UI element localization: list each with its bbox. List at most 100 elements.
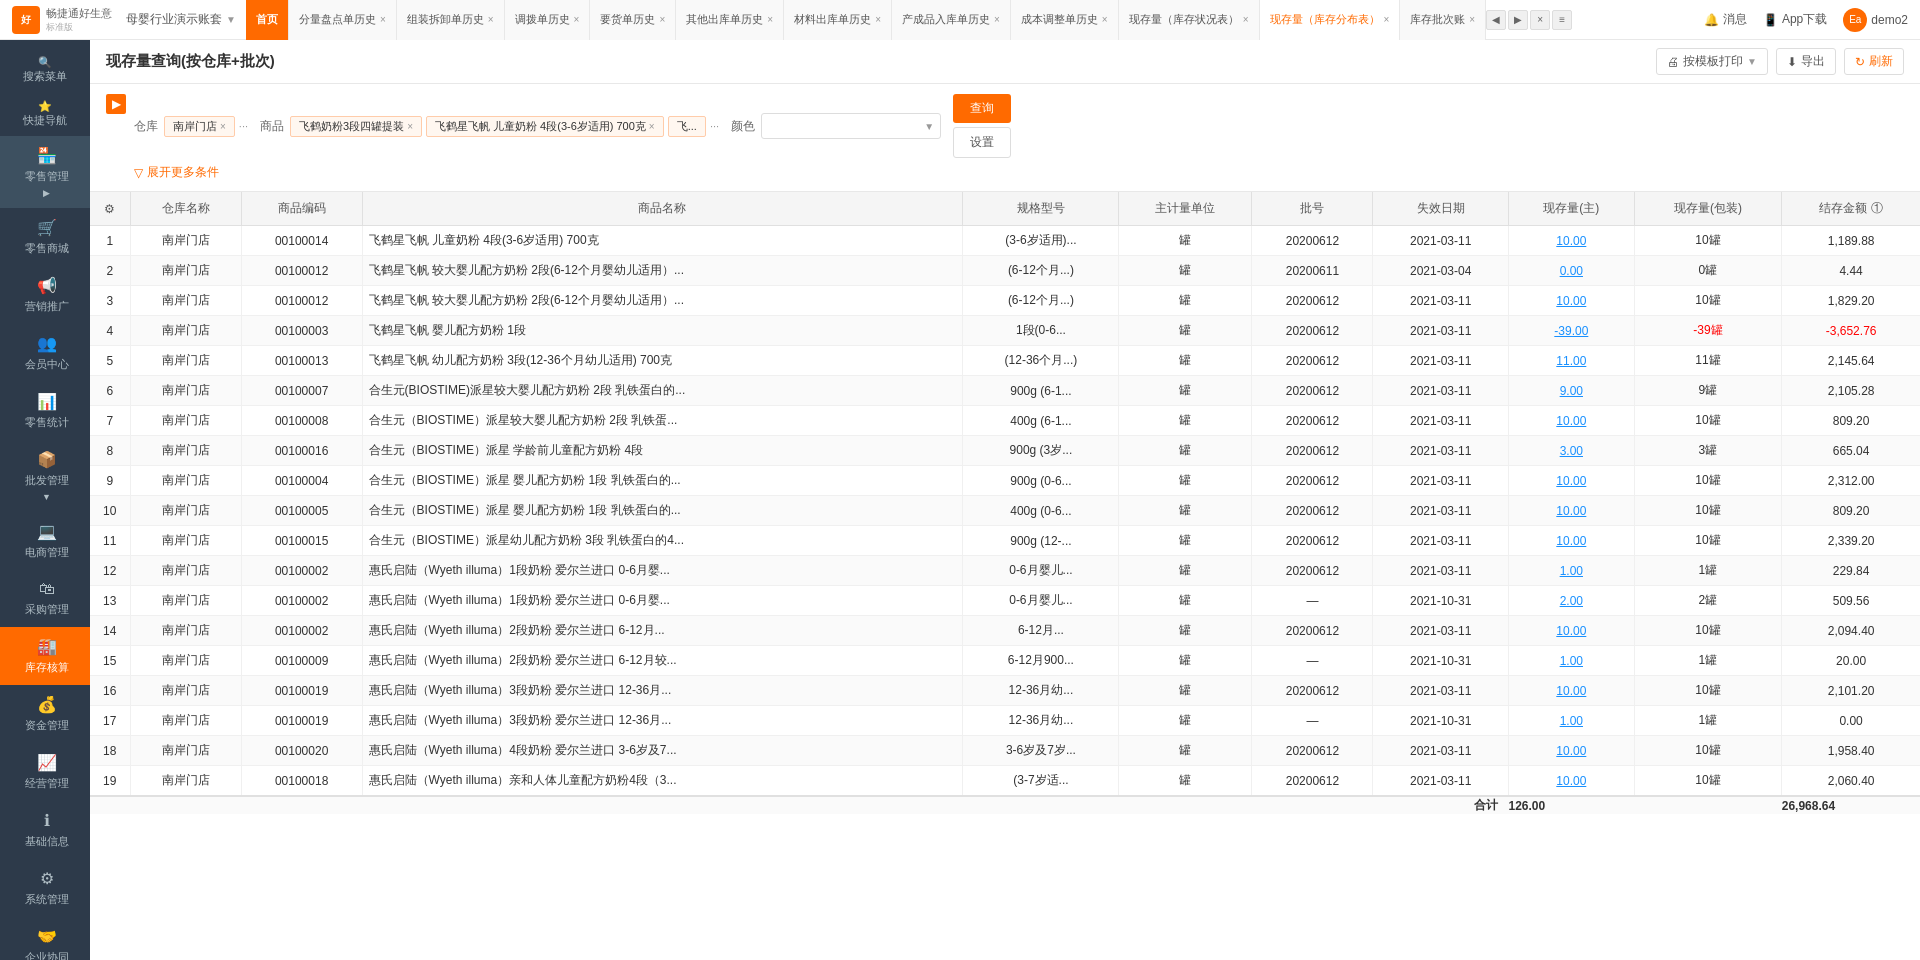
workspace-selector[interactable]: 母婴行业演示账套 ▼ (126, 11, 236, 28)
product-more[interactable]: ··· (710, 120, 719, 132)
remove-product-tag-0-btn[interactable]: × (407, 121, 413, 132)
remove-warehouse-tag-btn[interactable]: × (220, 121, 226, 132)
cell-idx: 19 (90, 766, 130, 797)
export-icon: ⬇ (1787, 55, 1797, 69)
warehouse-filter: 仓库 南岸门店 × ··· (134, 116, 248, 137)
warehouse-more[interactable]: ··· (239, 120, 248, 132)
sidebar-item-wholesale[interactable]: 📦 批发管理 ▼ (0, 440, 90, 512)
tab-prev-btn[interactable]: ◀ (1486, 10, 1506, 30)
export-button[interactable]: ⬇ 导出 (1776, 48, 1836, 75)
sidebar-item-basic-info[interactable]: ℹ 基础信息 (0, 801, 90, 859)
data-table: ⚙ 仓库名称 商品编码 商品名称 规格型号 主计量单位 批号 失效日期 现存量(… (90, 192, 1920, 814)
cell-qty-pkg: 1罐 (1634, 556, 1782, 586)
tab-close-btn[interactable]: × (1530, 10, 1550, 30)
remove-product-tag-1-btn[interactable]: × (649, 121, 655, 132)
close-icon[interactable]: × (488, 14, 494, 25)
app-download-btn[interactable]: 📱 App下载 (1763, 11, 1827, 28)
user-avatar-btn[interactable]: Ea demo2 (1843, 8, 1908, 32)
table-row: 2南岸门店00100012飞鹤星飞帆 较大婴儿配方奶粉 2段(6-12个月婴幼儿… (90, 256, 1920, 286)
expand-conditions-btn[interactable]: ▽ 展开更多条件 (134, 164, 1904, 181)
sidebar-item-ecommerce[interactable]: 💻 电商管理 (0, 512, 90, 570)
close-icon[interactable]: × (875, 14, 881, 25)
cell-warehouse: 南岸门店 (130, 256, 241, 286)
close-icon[interactable]: × (1243, 14, 1249, 25)
cell-expire: 2021-03-11 (1373, 526, 1509, 556)
cell-qty-main[interactable]: 10.00 (1508, 526, 1634, 556)
sidebar-item-shortcut[interactable]: ⭐ 快捷导航 (0, 92, 90, 136)
cell-expire: 2021-10-31 (1373, 586, 1509, 616)
cell-qty-main[interactable]: 1.00 (1508, 556, 1634, 586)
cell-qty-main[interactable]: 10.00 (1508, 766, 1634, 797)
tab-next-btn[interactable]: ▶ (1508, 10, 1528, 30)
tab-4[interactable]: 要货单历史 × (590, 0, 676, 40)
sidebar-item-search[interactable]: 🔍 搜索菜单 (0, 48, 90, 92)
sidebar-item-business[interactable]: 📈 经营管理 (0, 743, 90, 801)
cell-qty-main[interactable]: 2.00 (1508, 586, 1634, 616)
cell-qty-main[interactable]: 11.00 (1508, 346, 1634, 376)
sidebar-item-marketing[interactable]: 📢 营销推广 (0, 266, 90, 324)
cell-qty-main[interactable]: 10.00 (1508, 466, 1634, 496)
sidebar-item-cooperation[interactable]: 🤝 企业协同 (0, 917, 90, 960)
cell-qty-main[interactable]: 1.00 (1508, 646, 1634, 676)
close-icon[interactable]: × (767, 14, 773, 25)
cell-qty-main[interactable]: 0.00 (1508, 256, 1634, 286)
sidebar-item-retail-mall[interactable]: 🛒 零售商城 (0, 208, 90, 266)
tab-3[interactable]: 调拨单历史 × (505, 0, 591, 40)
tab-2[interactable]: 组装拆卸单历史 × (397, 0, 505, 40)
cell-qty-main[interactable]: 10.00 (1508, 226, 1634, 256)
tab-9[interactable]: 现存量（库存状况表） × (1119, 0, 1260, 40)
cell-qty-main[interactable]: 10.00 (1508, 676, 1634, 706)
tab-6[interactable]: 材料出库单历史 × (784, 0, 892, 40)
content-area: 现存量查询(按仓库+批次) 🖨 按模板打印 ▼ ⬇ 导出 ↻ 刷新 (90, 40, 1920, 960)
close-icon[interactable]: × (994, 14, 1000, 25)
cell-qty-main[interactable]: 10.00 (1508, 616, 1634, 646)
tab-home[interactable]: 首页 (246, 0, 289, 40)
color-selector[interactable]: ▼ (761, 113, 941, 139)
cell-unit: 罐 (1119, 556, 1252, 586)
sidebar-item-procurement[interactable]: 🛍 采购管理 (0, 570, 90, 627)
sidebar-item-retail-stats[interactable]: 📊 零售统计 (0, 382, 90, 440)
cell-qty-main[interactable]: 10.00 (1508, 406, 1634, 436)
cell-qty-pkg: 0罐 (1634, 256, 1782, 286)
sidebar-item-finance[interactable]: 💰 资金管理 (0, 685, 90, 743)
cell-spec: (6-12个月...) (963, 256, 1119, 286)
sidebar-item-member-center[interactable]: 👥 会员中心 (0, 324, 90, 382)
cell-warehouse: 南岸门店 (130, 766, 241, 797)
sidebar: 🔍 搜索菜单 ⭐ 快捷导航 🏪 零售管理 ▶ 🛒 零售商城 📢 营销推广 👥 会… (0, 40, 90, 960)
query-button[interactable]: 查询 (953, 94, 1011, 123)
cell-warehouse: 南岸门店 (130, 316, 241, 346)
tab-5[interactable]: 其他出库单历史 × (676, 0, 784, 40)
cell-qty-main[interactable]: 3.00 (1508, 436, 1634, 466)
template-print-button[interactable]: 🖨 按模板打印 ▼ (1656, 48, 1768, 75)
tab-menu-btn[interactable]: ≡ (1552, 10, 1572, 30)
cell-qty-main[interactable]: -39.00 (1508, 316, 1634, 346)
cell-unit: 罐 (1119, 616, 1252, 646)
message-btn[interactable]: 🔔 消息 (1704, 11, 1747, 28)
cell-qty-main[interactable]: 10.00 (1508, 736, 1634, 766)
refresh-button[interactable]: ↻ 刷新 (1844, 48, 1904, 75)
tab-10[interactable]: 现存量（库存分布表） × (1260, 0, 1401, 40)
cell-qty-main[interactable]: 10.00 (1508, 286, 1634, 316)
tab-7[interactable]: 产成品入库单历史 × (892, 0, 1011, 40)
cell-qty-main[interactable]: 10.00 (1508, 496, 1634, 526)
close-icon[interactable]: × (380, 14, 386, 25)
col-settings[interactable]: ⚙ (90, 192, 130, 226)
advance-toggle-btn[interactable]: ▶ (106, 94, 126, 114)
cell-qty-main[interactable]: 9.00 (1508, 376, 1634, 406)
tab-8[interactable]: 成本调整单历史 × (1011, 0, 1119, 40)
cell-batch: 20200612 (1252, 766, 1373, 797)
close-icon[interactable]: × (1469, 14, 1475, 25)
cell-qty-main[interactable]: 1.00 (1508, 706, 1634, 736)
close-icon[interactable]: × (1384, 14, 1390, 25)
close-icon[interactable]: × (574, 14, 580, 25)
close-icon[interactable]: × (1102, 14, 1108, 25)
setting-button[interactable]: 设置 (953, 127, 1011, 158)
cell-expire: 2021-03-11 (1373, 466, 1509, 496)
close-icon[interactable]: × (659, 14, 665, 25)
sidebar-item-inventory[interactable]: 🏭 库存核算 (0, 627, 90, 685)
tab-1[interactable]: 分量盘点单历史 × (289, 0, 397, 40)
tab-11[interactable]: 库存批次账 × (1400, 0, 1486, 40)
sidebar-item-system[interactable]: ⚙ 系统管理 (0, 859, 90, 917)
cell-balance: 0.00 (1782, 706, 1920, 736)
sidebar-item-retail-management[interactable]: 🏪 零售管理 ▶ (0, 136, 90, 208)
